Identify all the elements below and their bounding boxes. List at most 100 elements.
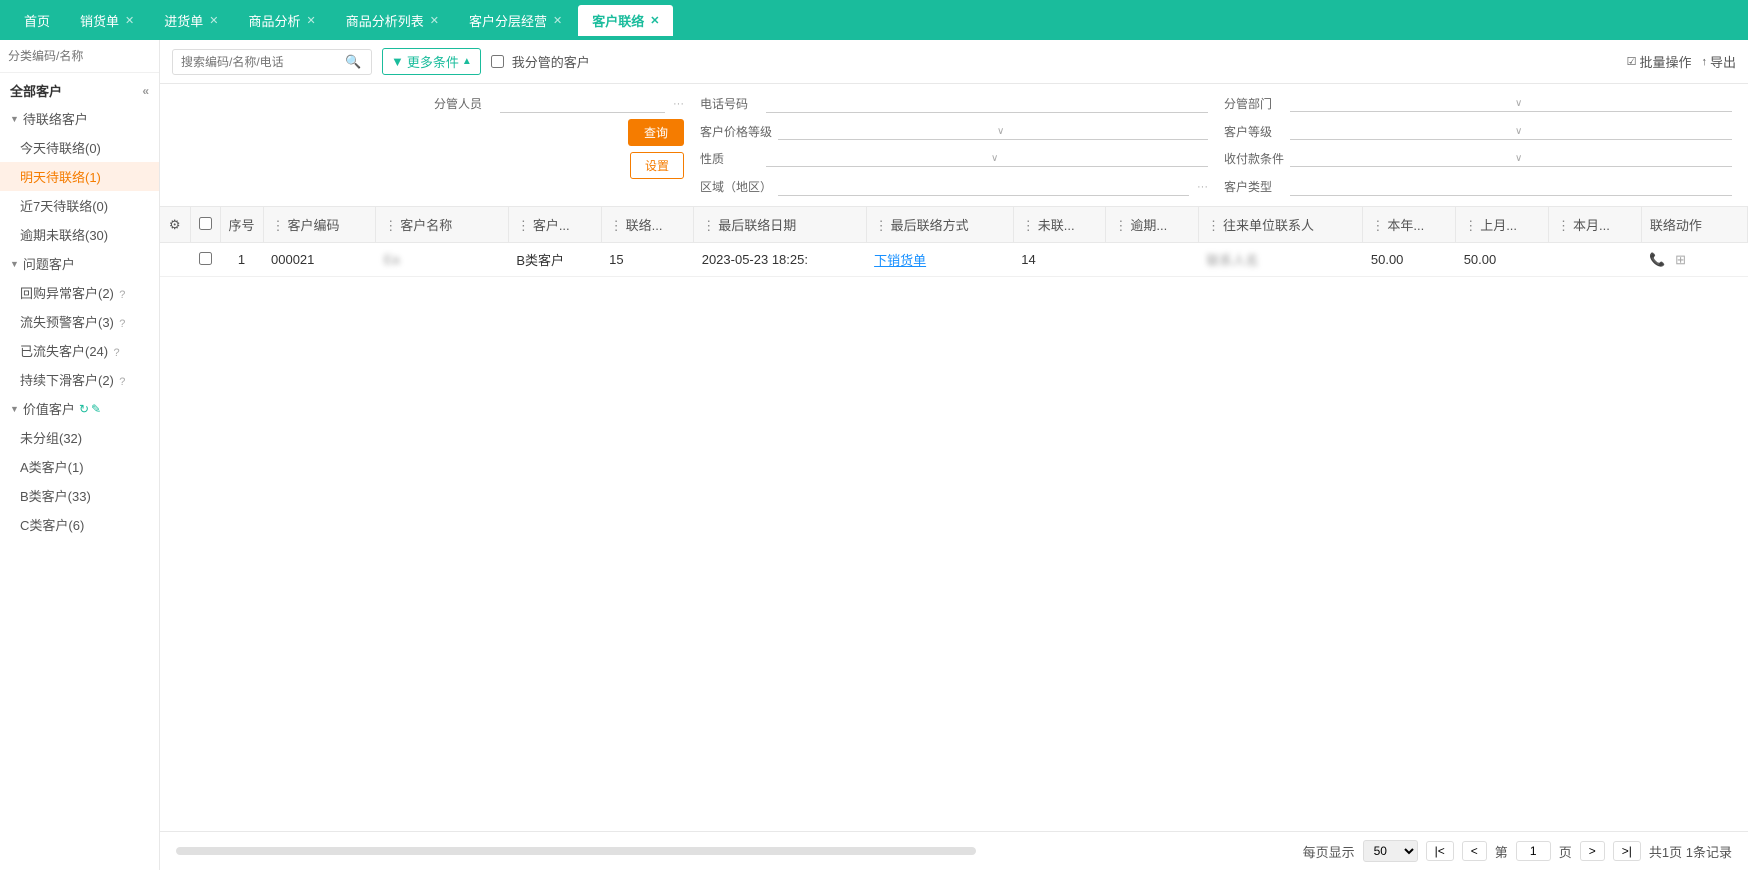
data-table-area: ⚙ 序号 ⋮客户编码 ⋮客户名称 ⋮客户... ⋮联络.	[160, 207, 1748, 831]
nav-customer-contact[interactable]: 客户联络 ✕	[578, 5, 673, 36]
filter-region-input[interactable]	[778, 177, 1189, 196]
th-action: 联络动作	[1641, 207, 1747, 243]
page-number-input[interactable]	[1516, 841, 1551, 861]
filter-customer-type-input[interactable]	[1290, 177, 1732, 196]
td-last-month: 50.00	[1456, 243, 1549, 277]
nav-close-customer-stratification[interactable]: ✕	[553, 14, 562, 27]
first-page-btn[interactable]: |<	[1426, 841, 1454, 861]
customer-table: ⚙ 序号 ⋮客户编码 ⋮客户名称 ⋮客户... ⋮联络.	[160, 207, 1748, 277]
filter-customer-type: 客户类型	[1224, 177, 1732, 196]
th-customer-name: ⋮客户名称	[376, 207, 509, 243]
nav-close-product-analysis[interactable]: ✕	[307, 14, 316, 27]
filter-price-level-select[interactable]: ∨	[778, 124, 1208, 140]
settings-button[interactable]: 设置	[630, 152, 684, 179]
th-this-month: ⋮本月...	[1549, 207, 1642, 243]
select-all-checkbox[interactable]	[199, 217, 212, 230]
td-this-month	[1549, 243, 1642, 277]
prev-page-btn[interactable]: <	[1462, 841, 1487, 861]
nav-home[interactable]: 首页	[10, 5, 64, 36]
nav-close-sales-order[interactable]: ✕	[125, 14, 134, 27]
sidebar-search-area: 🔍	[0, 40, 159, 73]
row-checkbox[interactable]	[199, 252, 212, 265]
sidebar-item-declining[interactable]: 持续下滑客户(2) ?	[0, 365, 159, 394]
pagination-bar: 每页显示 50 100 |< < 第 页 > >| 共1页 1条记录	[160, 831, 1748, 870]
batch-operation-btn[interactable]: ☑ 批量操作	[1627, 52, 1692, 71]
sidebar-item-class-c[interactable]: C类客户(6)	[0, 510, 159, 539]
sidebar-item-churned[interactable]: 已流失客户(24) ?	[0, 336, 159, 365]
th-overdue: ⋮逾期...	[1106, 207, 1199, 243]
th-last-contact-method: ⋮最后联络方式	[866, 207, 1013, 243]
th-gear: ⚙	[160, 207, 190, 243]
action-phone-icon[interactable]: 📞	[1649, 252, 1665, 267]
filter-nature-select[interactable]: ∨	[766, 151, 1208, 167]
sidebar: 🔍 全部客户 « 待联络客户 今天待联络(0) 明天待联络(1) 近7天待联络(…	[0, 40, 160, 870]
nav-sales-order[interactable]: 销货单 ✕	[66, 5, 148, 36]
sidebar-item-churn-warning[interactable]: 流失预警客户(3) ?	[0, 307, 159, 336]
query-button[interactable]: 查询	[628, 119, 684, 146]
td-checkbox	[190, 243, 220, 277]
td-customer-name: Ea	[376, 243, 509, 277]
my-customers-checkbox[interactable]	[491, 55, 504, 68]
td-last-contact-method: 下销货单	[866, 243, 1013, 277]
top-right-actions: ☑ 批量操作 ↑ 导出	[1627, 52, 1736, 71]
filter-payment-select[interactable]: ∨	[1290, 151, 1732, 167]
td-uncontacted: 14	[1013, 243, 1106, 277]
filter-action-btns: 分管人员 ··· 查询 设置	[176, 94, 684, 196]
sidebar-item-tomorrow-contact[interactable]: 明天待联络(1)	[0, 162, 159, 191]
search-box: 🔍	[172, 49, 372, 75]
filter-payment: 收付款条件 ∨	[1224, 150, 1732, 167]
sidebar-item-class-a[interactable]: A类客户(1)	[0, 452, 159, 481]
sidebar-item-overdue-contact[interactable]: 逾期未联络(30)	[0, 220, 159, 249]
th-last-month: ⋮上月...	[1456, 207, 1549, 243]
nav-close-product-analysis-list[interactable]: ✕	[430, 14, 439, 27]
td-contact-count: 15	[601, 243, 694, 277]
nav-close-customer-contact[interactable]: ✕	[650, 14, 659, 27]
td-last-contact-date: 2023-05-23 18:25:	[694, 243, 866, 277]
th-num: 序号	[220, 207, 263, 243]
next-page-btn[interactable]: >	[1580, 841, 1605, 861]
filter-bar: 🔍 ▼ 更多条件 ▲ 我分管的客户 ☑ 批量操作 ↑ 导出	[160, 40, 1748, 84]
th-customer-type: ⋮客户...	[508, 207, 601, 243]
filter-dept-select[interactable]: ∨	[1290, 96, 1732, 112]
my-customers-checkbox-label[interactable]: 我分管的客户	[491, 52, 590, 71]
last-page-btn[interactable]: >|	[1613, 841, 1641, 861]
nav-product-analysis-list[interactable]: 商品分析列表 ✕	[332, 5, 453, 36]
action-more-icon[interactable]: ⊞	[1675, 252, 1686, 267]
gear-icon[interactable]: ⚙	[169, 217, 181, 232]
sidebar-item-repurchase-abnormal[interactable]: 回购异常客户(2) ?	[0, 278, 159, 307]
th-last-contact-date: ⋮最后联络日期	[694, 207, 866, 243]
collapse-icon[interactable]: «	[142, 84, 149, 98]
td-gear	[160, 243, 190, 277]
td-customer-type: B类客户	[508, 243, 601, 277]
page-size-select[interactable]: 50 100	[1363, 840, 1418, 862]
search-input[interactable]	[181, 55, 341, 69]
all-customers-header: 全部客户 «	[0, 73, 159, 104]
nav-product-analysis[interactable]: 商品分析 ✕	[234, 5, 329, 36]
group-pending-contact[interactable]: 待联络客户	[0, 104, 159, 133]
th-uncontacted: ⋮未联...	[1013, 207, 1106, 243]
td-customer-code: 000021	[263, 243, 376, 277]
sidebar-item-ungrouped[interactable]: 未分组(32)	[0, 423, 159, 452]
more-conditions-btn[interactable]: ▼ 更多条件 ▲	[382, 48, 481, 75]
filter-customer-level-select[interactable]: ∨	[1290, 124, 1732, 140]
th-this-year: ⋮本年...	[1363, 207, 1456, 243]
nav-customer-stratification[interactable]: 客户分层经营 ✕	[455, 5, 576, 36]
horizontal-scrollbar[interactable]	[176, 847, 976, 855]
th-contact-count: ⋮联络...	[601, 207, 694, 243]
filter-phone-input[interactable]	[766, 94, 1208, 113]
sidebar-item-7days-contact[interactable]: 近7天待联络(0)	[0, 191, 159, 220]
sidebar-search-input[interactable]	[8, 49, 160, 63]
filter-manager-input[interactable]	[500, 94, 665, 113]
export-btn[interactable]: ↑ 导出	[1701, 52, 1736, 71]
group-problem-customers[interactable]: 问题客户	[0, 249, 159, 278]
td-overdue	[1106, 243, 1199, 277]
nav-purchase-order[interactable]: 进货单 ✕	[150, 5, 232, 36]
search-icon[interactable]: 🔍	[345, 54, 361, 70]
filter-dept: 分管部门 ∨	[1224, 94, 1732, 113]
group-value-customers[interactable]: 价值客户 ↻ ✎	[0, 394, 159, 423]
sidebar-item-today-contact[interactable]: 今天待联络(0)	[0, 133, 159, 162]
filter-region: 区域（地区） ···	[700, 177, 1208, 196]
filter-price-level: 客户价格等级 ∨	[700, 123, 1208, 140]
sidebar-item-class-b[interactable]: B类客户(33)	[0, 481, 159, 510]
nav-close-purchase-order[interactable]: ✕	[209, 14, 218, 27]
